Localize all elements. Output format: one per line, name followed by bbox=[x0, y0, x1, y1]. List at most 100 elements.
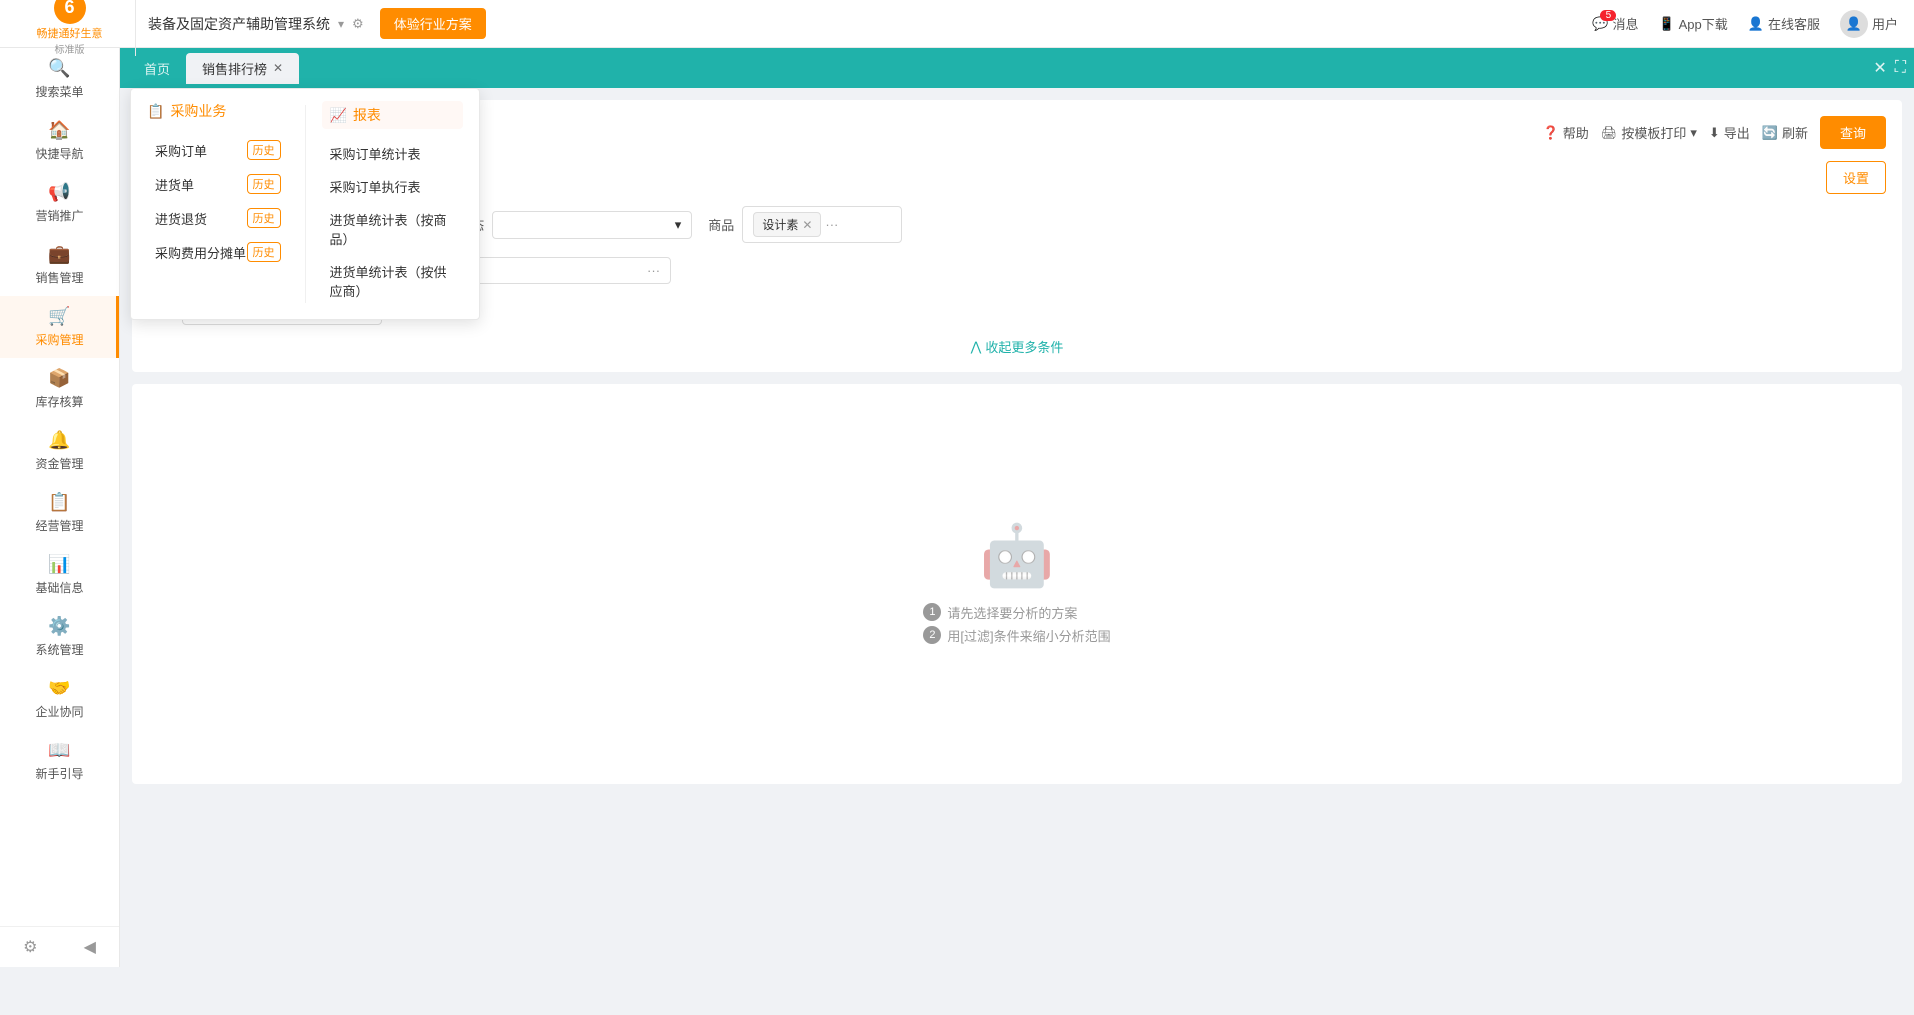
empty-robot-icon: 🤖 bbox=[980, 520, 1055, 591]
export-button[interactable]: ⬇ 导出 bbox=[1709, 123, 1750, 142]
operations-icon: 📋 bbox=[48, 492, 70, 513]
tab-home-label: 首页 bbox=[144, 59, 170, 78]
sidebar-item-system[interactable]: ⚙️ 系统管理 bbox=[0, 606, 119, 668]
query-button[interactable]: 查询 bbox=[1820, 116, 1886, 149]
purchase-col-icon: 📋 bbox=[147, 103, 164, 120]
home-icon: 🏠 bbox=[48, 120, 70, 141]
enterprise-icon: 🤝 bbox=[48, 678, 70, 699]
dropdown-item-report-3[interactable]: 进货单统计表（按商品） bbox=[322, 203, 464, 255]
collapse-label: 收起更多条件 bbox=[985, 337, 1063, 356]
dropdown-item-report-4[interactable]: 进货单统计表（按供应商） bbox=[322, 255, 464, 307]
dropdown-item-report-2[interactable]: 采购订单执行表 bbox=[322, 170, 464, 203]
sidebar-item-marketing[interactable]: 📢 营销推广 bbox=[0, 172, 119, 234]
system-title-area: 装备及固定资产辅助管理系统 ▾ ⚙ 体验行业方案 bbox=[148, 8, 1592, 39]
empty-tip-num-1: 1 bbox=[923, 603, 941, 621]
salesman-ellipsis: ··· bbox=[647, 263, 660, 278]
sidebar-item-purchase[interactable]: 🛒 采购管理 bbox=[0, 296, 119, 358]
help-button[interactable]: ❓ 帮助 bbox=[1543, 123, 1589, 142]
dropdown-item-inbound-return[interactable]: 进货退货 历史 bbox=[147, 201, 289, 235]
message-icon-wrapper: 💬 5 bbox=[1592, 16, 1608, 32]
goods-ellipsis: ··· bbox=[825, 217, 838, 232]
app-download-label: App下载 bbox=[1679, 14, 1728, 33]
dropdown-item-purchase-expense[interactable]: 采购费用分摊单 历史 bbox=[147, 235, 289, 269]
sidebar-item-operations[interactable]: 📋 经营管理 bbox=[0, 482, 119, 544]
search-icon: 🔍 bbox=[48, 58, 70, 79]
sidebar-item-finance[interactable]: 🔔 资金管理 bbox=[0, 420, 119, 482]
goods-filter: 商品 设计素 ✕ ··· bbox=[708, 206, 902, 243]
logo-area: 6 畅捷通好生意 标准版 bbox=[16, 0, 136, 56]
dropdown-item-report-1[interactable]: 采购订单统计表 bbox=[322, 137, 464, 170]
inbound-return-label: 进货退货 bbox=[155, 209, 207, 228]
collapse-icon: ⋀ bbox=[971, 339, 982, 355]
help-label: 帮助 bbox=[1563, 123, 1589, 142]
goods-select[interactable]: 设计素 ✕ ··· bbox=[742, 206, 902, 243]
messages-label: 消息 bbox=[1612, 14, 1638, 33]
sidebar-bottom: ⚙ ◀ bbox=[0, 926, 119, 967]
print-dropdown-icon[interactable]: ▾ bbox=[1690, 125, 1697, 141]
dropdown-item-inbound[interactable]: 进货单 历史 bbox=[147, 167, 289, 201]
sidebar-item-guide[interactable]: 📖 新手引导 bbox=[0, 730, 119, 792]
messages-button[interactable]: 💬 5 消息 bbox=[1592, 14, 1638, 33]
sidebar-item-inventory[interactable]: 📦 库存核算 bbox=[0, 358, 119, 420]
user-menu-button[interactable]: 👤 用户 bbox=[1840, 10, 1898, 38]
sidebar-label-finance: 资金管理 bbox=[35, 455, 83, 472]
tab-home[interactable]: 首页 bbox=[128, 53, 186, 84]
sidebar-item-base[interactable]: 📊 基础信息 bbox=[0, 544, 119, 606]
sidebar-label-guide: 新手引导 bbox=[35, 765, 83, 782]
purchase-dropdown-menu: 📋 采购业务 采购订单 历史 进货单 历史 进货退货 历史 采购费用分摊单 历史 bbox=[130, 88, 480, 320]
help-icon: ❓ bbox=[1543, 125, 1559, 141]
sidebar-item-quick[interactable]: 🏠 快捷导航 bbox=[0, 110, 119, 172]
sidebar-item-enterprise[interactable]: 🤝 企业协同 bbox=[0, 668, 119, 730]
tab-close-icon[interactable]: ✕ bbox=[273, 61, 283, 75]
purchase-icon: 🛒 bbox=[48, 306, 70, 327]
sidebar-label-operations: 经营管理 bbox=[35, 517, 83, 534]
online-service-button[interactable]: 👤 在线客服 bbox=[1748, 14, 1820, 33]
sidebar-label-marketing: 营销推广 bbox=[35, 207, 83, 224]
title-dropdown-icon[interactable]: ▾ bbox=[338, 17, 344, 31]
empty-tip-2: 用[过滤]条件来缩小分析范围 bbox=[947, 626, 1110, 645]
reports-col-icon: 📈 bbox=[330, 107, 347, 124]
setting-button[interactable]: 设置 bbox=[1826, 161, 1886, 194]
export-icon: ⬇ bbox=[1709, 125, 1720, 141]
inbound-label: 进货单 bbox=[155, 175, 194, 194]
dropdown-item-purchase-order[interactable]: 采购订单 历史 bbox=[147, 133, 289, 167]
settings-icon[interactable]: ⚙ bbox=[352, 16, 364, 32]
tab-expand-icon[interactable]: ⛶ bbox=[1895, 59, 1906, 77]
purchase-col-title: 📋 采购业务 bbox=[147, 101, 289, 125]
empty-state: 🤖 1 请先选择要分析的方案 2 用[过滤]条件来缩小分析范围 bbox=[132, 384, 1902, 784]
app-download-button[interactable]: 📱 App下载 bbox=[1658, 14, 1727, 33]
empty-tips: 1 请先选择要分析的方案 2 用[过滤]条件来缩小分析范围 bbox=[923, 599, 1110, 649]
system-icon: ⚙️ bbox=[48, 616, 70, 637]
trial-button[interactable]: 体验行业方案 bbox=[380, 8, 486, 39]
sidebar-label-enterprise: 企业协同 bbox=[35, 703, 83, 720]
sidebar-item-search[interactable]: 🔍 搜索菜单 bbox=[0, 48, 119, 110]
system-title-text: 装备及固定资产辅助管理系统 bbox=[148, 14, 330, 34]
service-icon: 👤 bbox=[1748, 16, 1764, 32]
sidebar-label-inventory: 库存核算 bbox=[35, 393, 83, 410]
top-header: 6 畅捷通好生意 标准版 装备及固定资产辅助管理系统 ▾ ⚙ 体验行业方案 💬 … bbox=[0, 0, 1914, 48]
base-icon: 📊 bbox=[48, 554, 70, 575]
reports-col: 📈 报表 采购订单统计表 采购订单执行表 进货单统计表（按商品） 进货单统计表（… bbox=[306, 101, 480, 307]
header-right: 💬 5 消息 📱 App下载 👤 在线客服 👤 用户 bbox=[1592, 10, 1898, 38]
refresh-icon: 🔄 bbox=[1762, 125, 1778, 141]
goods-tag-close[interactable]: ✕ bbox=[802, 218, 812, 232]
settings-bottom-icon[interactable]: ⚙ bbox=[23, 937, 37, 957]
collapse-row[interactable]: ⋀ 收起更多条件 bbox=[148, 337, 1886, 356]
print-button[interactable]: 🖨 按模板打印 ▾ bbox=[1601, 123, 1697, 142]
sidebar-label-search: 搜索菜单 bbox=[35, 83, 83, 100]
purchase-expense-label: 采购费用分摊单 bbox=[155, 243, 246, 262]
user-label: 用户 bbox=[1872, 14, 1898, 33]
inventory-icon: 📦 bbox=[48, 368, 70, 389]
sidebar-item-sales[interactable]: 💼 销售管理 bbox=[0, 234, 119, 296]
refresh-label: 刷新 bbox=[1782, 123, 1808, 142]
tab-sales-rank[interactable]: 销售排行榜 ✕ bbox=[186, 53, 299, 84]
collapse-sidebar-icon[interactable]: ◀ bbox=[84, 937, 96, 957]
doc-status-select[interactable]: ▾ bbox=[492, 211, 692, 239]
salesman-select[interactable]: ··· bbox=[471, 257, 671, 284]
tab-close-all-icon[interactable]: ✕ bbox=[1873, 58, 1886, 78]
marketing-icon: 📢 bbox=[48, 182, 70, 203]
inbound-history: 历史 bbox=[247, 174, 281, 194]
logo-sub: 标准版 bbox=[55, 41, 85, 56]
refresh-button[interactable]: 🔄 刷新 bbox=[1762, 123, 1808, 142]
sidebar-label-sales: 销售管理 bbox=[35, 269, 83, 286]
